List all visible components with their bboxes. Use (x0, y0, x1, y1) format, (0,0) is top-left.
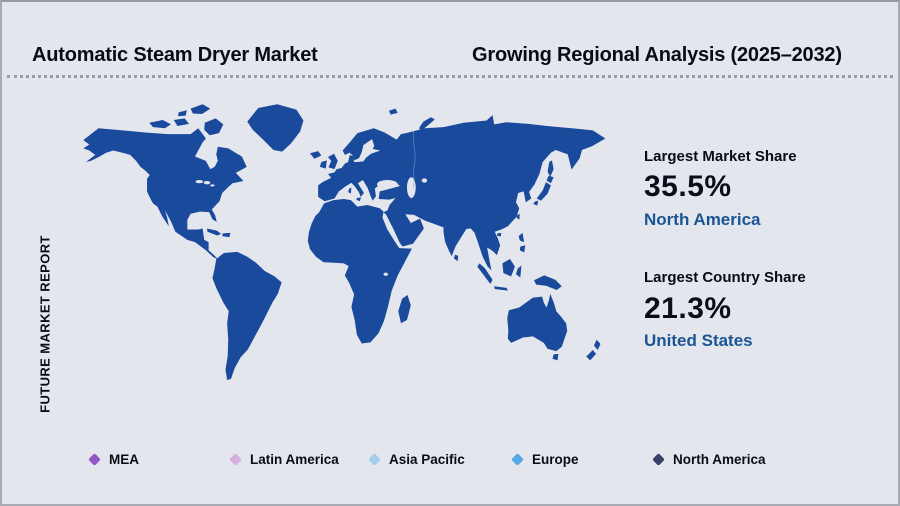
europe-diamond-icon (511, 452, 524, 466)
mea-diamond-icon (88, 452, 101, 466)
largest-market-share-value: 35.5% (644, 170, 732, 203)
north-america-diamond-icon (652, 452, 665, 466)
header-divider (7, 75, 893, 78)
legend-label: North America (673, 451, 766, 467)
legend-label: MEA (109, 451, 139, 467)
largest-country-share-label: Largest Country Share (644, 269, 806, 286)
largest-country-share-region: United States (644, 331, 753, 350)
legend-item-north-america: North America (652, 450, 766, 468)
subtitle-regional-analysis: Growing Regional Analysis (2025–2032) (472, 44, 842, 66)
world-map (62, 88, 607, 406)
asia-pacific-diamond-icon (368, 452, 381, 466)
legend-label: Asia Pacific (389, 451, 465, 467)
latin-america-diamond-icon (229, 452, 242, 466)
infographic-canvas: Automatic Steam Dryer Market Growing Reg… (0, 0, 900, 506)
largest-market-share-label: Largest Market Share (644, 148, 797, 165)
legend-item-mea: MEA (88, 450, 139, 468)
largest-market-share-region: North America (644, 210, 761, 229)
legend-label: Latin America (250, 451, 339, 467)
legend-item-latin-america: Latin America (229, 450, 339, 468)
legend-label: Europe (532, 451, 579, 467)
legend-item-asia-pacific: Asia Pacific (368, 450, 465, 468)
page-title: Automatic Steam Dryer Market (32, 44, 318, 66)
largest-country-share-value: 21.3% (644, 292, 732, 325)
world-map-svg (83, 104, 606, 380)
legend-item-europe: Europe (511, 450, 579, 468)
brand-watermark: FUTURE MARKET REPORT (37, 235, 53, 413)
